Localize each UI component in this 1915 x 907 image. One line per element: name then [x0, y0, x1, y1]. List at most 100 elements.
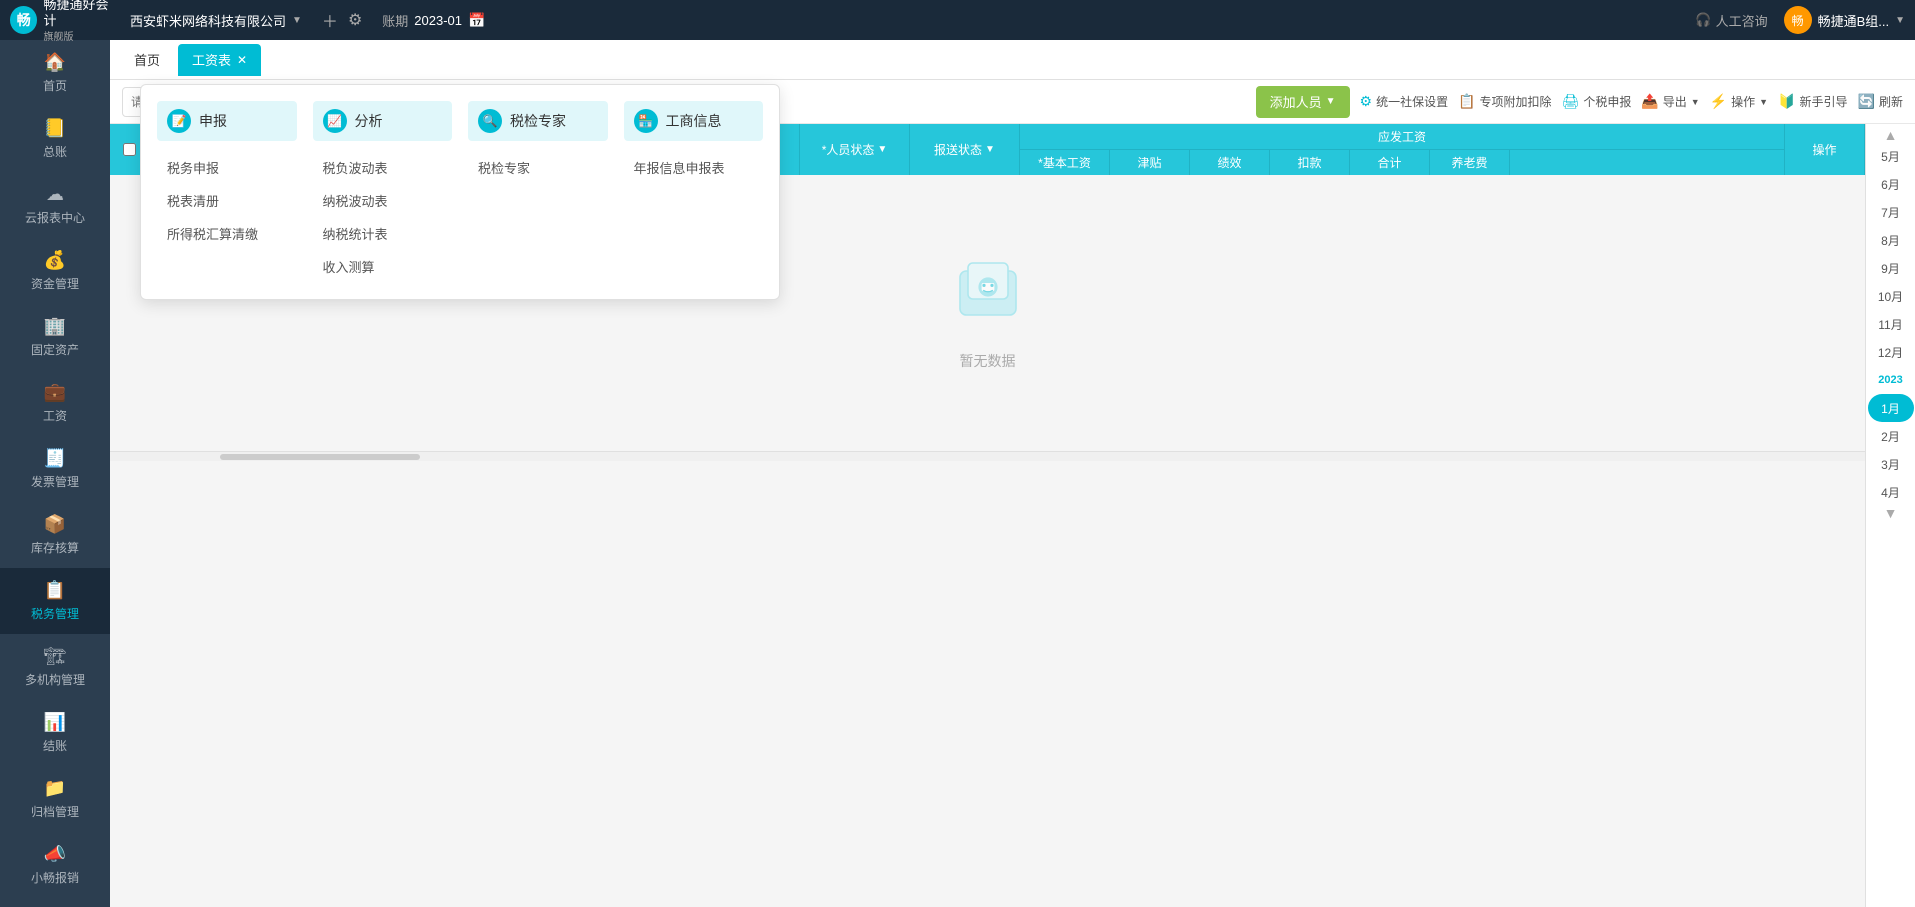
funds-icon: 💰 [44, 250, 66, 271]
sidebar-item-ledger[interactable]: 📒 总账 [0, 106, 110, 172]
dropdown-header-analysis: 📈 分析 [313, 101, 453, 141]
sidebar-label-assets: 固定资产 [31, 341, 79, 358]
calendar-down-arrow[interactable]: ▼ [1884, 506, 1898, 520]
menu-item-tax-declare[interactable]: 税务申报 [157, 151, 297, 184]
sidebar-item-funds[interactable]: 💰 资金管理 [0, 238, 110, 304]
horizontal-scrollbar[interactable] [110, 451, 1865, 461]
report-status-filter-icon[interactable]: ▼ [985, 144, 995, 155]
sidebar-item-multi[interactable]: 🏗 多机构管理 [0, 634, 110, 700]
sidebar-item-promo[interactable]: 📣 小畅报销 [0, 832, 110, 898]
cal-year-2023[interactable]: 2023 [1868, 366, 1914, 394]
company-name: 西安虾米网络科技有限公司 [130, 11, 286, 30]
dropdown-header-expert: 🔍 税检专家 [468, 101, 608, 141]
menu-item-tax-pay-wave[interactable]: 纳税波动表 [313, 184, 453, 217]
close-period-icon: 📊 [44, 712, 66, 733]
cal-month-6[interactable]: 6月 [1868, 170, 1914, 198]
empty-icon [948, 255, 1028, 335]
empty-text: 暂无数据 [960, 351, 1016, 371]
operate-btn[interactable]: ⚡ 操作 ▼ [1710, 93, 1768, 110]
period-area: 账期 2023-01 📅 [382, 11, 485, 30]
tab-payroll[interactable]: 工资表 ✕ [178, 44, 261, 76]
cal-month-9[interactable]: 9月 [1868, 254, 1914, 282]
cal-month-1[interactable]: 1月 [1868, 394, 1914, 422]
invoice-icon: 🧾 [44, 448, 66, 469]
app-version: 旗舰版 [43, 28, 120, 43]
cal-month-3[interactable]: 3月 [1868, 450, 1914, 478]
cal-month-11[interactable]: 11月 [1868, 310, 1914, 338]
tax-return-btn[interactable]: 🖨 个税申报 [1562, 93, 1632, 110]
sidebar-item-archive[interactable]: 📁 归档管理 [0, 766, 110, 832]
special-deduct-btn[interactable]: 📋 专项附加扣除 [1458, 93, 1551, 110]
cal-month-8[interactable]: 8月 [1868, 226, 1914, 254]
sidebar-item-assets[interactable]: 🏢 固定资产 [0, 304, 110, 370]
sidebar-label-promo: 小畅报销 [31, 869, 79, 886]
cal-month-5[interactable]: 5月 [1868, 142, 1914, 170]
menu-item-tax-stats[interactable]: 纳税统计表 [313, 217, 453, 250]
calendar-arrows-bottom: ▼ [1884, 506, 1898, 520]
sidebar-item-tax[interactable]: 📋 税务管理 [0, 568, 110, 634]
menu-item-tax-wave[interactable]: 税负波动表 [313, 151, 453, 184]
sidebar-item-home[interactable]: 🏠 首页 [0, 40, 110, 106]
user-area[interactable]: 畅 畅捷通B组... ▼ [1784, 6, 1905, 34]
dropdown-section-biz: 🏪 工商信息 年报信息申报表 [624, 101, 764, 283]
period-label: 账期 [382, 11, 408, 30]
sidebar-item-cloud[interactable]: ☁ 云报表中心 [0, 172, 110, 238]
add-person-button[interactable]: 添加人员 ▼ [1256, 86, 1350, 118]
sidebar-item-settings[interactable]: ⚙ 基础设置 [0, 898, 110, 907]
menu-item-income-calc[interactable]: 收入测算 [313, 250, 453, 283]
sidebar-label-multi: 多机构管理 [25, 671, 85, 688]
multi-icon: 🏗 [44, 646, 67, 667]
sidebar-label-funds: 资金管理 [31, 275, 79, 292]
tax-icon: 📋 [44, 580, 66, 601]
cal-month-7[interactable]: 7月 [1868, 198, 1914, 226]
menu-item-tax-expert[interactable]: 税检专家 [468, 151, 608, 184]
sidebar-item-close[interactable]: 📊 结账 [0, 700, 110, 766]
sidebar-label-home: 首页 [43, 77, 67, 94]
select-all-checkbox[interactable] [123, 143, 136, 156]
export-btn[interactable]: 📤 导出 ▼ [1641, 93, 1699, 110]
sidebar-item-inventory[interactable]: 📦 库存核算 [0, 502, 110, 568]
tab-payroll-label: 工资表 [192, 50, 231, 69]
add-company-btn[interactable]: ＋ [322, 8, 338, 32]
calendar-arrows: ▲ [1884, 128, 1898, 142]
th-base-salary: *基本工资 [1020, 150, 1110, 175]
operate-icon: ⚡ [1710, 93, 1727, 110]
tax-return-icon: 🖨 [1562, 93, 1580, 110]
tax-return-label: 个税申报 [1583, 93, 1631, 110]
tab-home[interactable]: 首页 [120, 44, 174, 76]
company-dropdown-icon[interactable]: ▼ [292, 15, 302, 26]
export-icon: 📤 [1641, 93, 1658, 110]
special-deduct-label: 专项附加扣除 [1480, 93, 1552, 110]
th-allowance: 津贴 [1110, 150, 1190, 175]
sidebar-label-archive: 归档管理 [31, 803, 79, 820]
person-status-filter-icon[interactable]: ▼ [877, 144, 887, 155]
inventory-icon: 📦 [44, 514, 66, 535]
guide-btn[interactable]: 🔰 新手引导 [1778, 93, 1847, 110]
cloud-icon: ☁ [46, 184, 64, 205]
company-selector[interactable]: 西安虾米网络科技有限公司 ▼ [120, 11, 312, 30]
header-actions: ＋ ⚙ [322, 8, 362, 32]
settings-icon[interactable]: ⚙ [348, 10, 362, 30]
support-button[interactable]: 🎧 人工咨询 [1695, 11, 1767, 30]
social-insurance-btn[interactable]: ⚙ 统一社保设置 [1360, 93, 1449, 110]
cal-month-2[interactable]: 2月 [1868, 422, 1914, 450]
sidebar-item-invoice[interactable]: 🧾 发票管理 [0, 436, 110, 502]
biz-section-icon: 🏪 [634, 109, 658, 133]
app-name: 畅捷通好会计 [43, 0, 120, 28]
cal-month-12[interactable]: 12月 [1868, 338, 1914, 366]
sidebar-label-ledger: 总账 [43, 143, 67, 160]
tab-close-icon[interactable]: ✕ [237, 53, 247, 67]
calendar-up-arrow[interactable]: ▲ [1884, 128, 1898, 142]
sidebar-label-inventory: 库存核算 [31, 539, 79, 556]
calendar-icon[interactable]: 📅 [468, 12, 485, 29]
menu-item-income-clear[interactable]: 所得税汇算清缴 [157, 217, 297, 250]
menu-item-annual-report[interactable]: 年报信息申报表 [624, 151, 764, 184]
menu-item-tax-table[interactable]: 税表清册 [157, 184, 297, 217]
biz-section-title: 工商信息 [666, 111, 722, 131]
cal-month-10[interactable]: 10月 [1868, 282, 1914, 310]
cal-month-4[interactable]: 4月 [1868, 478, 1914, 506]
guide-label: 新手引导 [1800, 93, 1848, 110]
refresh-btn[interactable]: 🔄 刷新 [1858, 93, 1903, 110]
sidebar-item-payroll[interactable]: 💼 工资 [0, 370, 110, 436]
scroll-thumb[interactable] [220, 454, 420, 460]
